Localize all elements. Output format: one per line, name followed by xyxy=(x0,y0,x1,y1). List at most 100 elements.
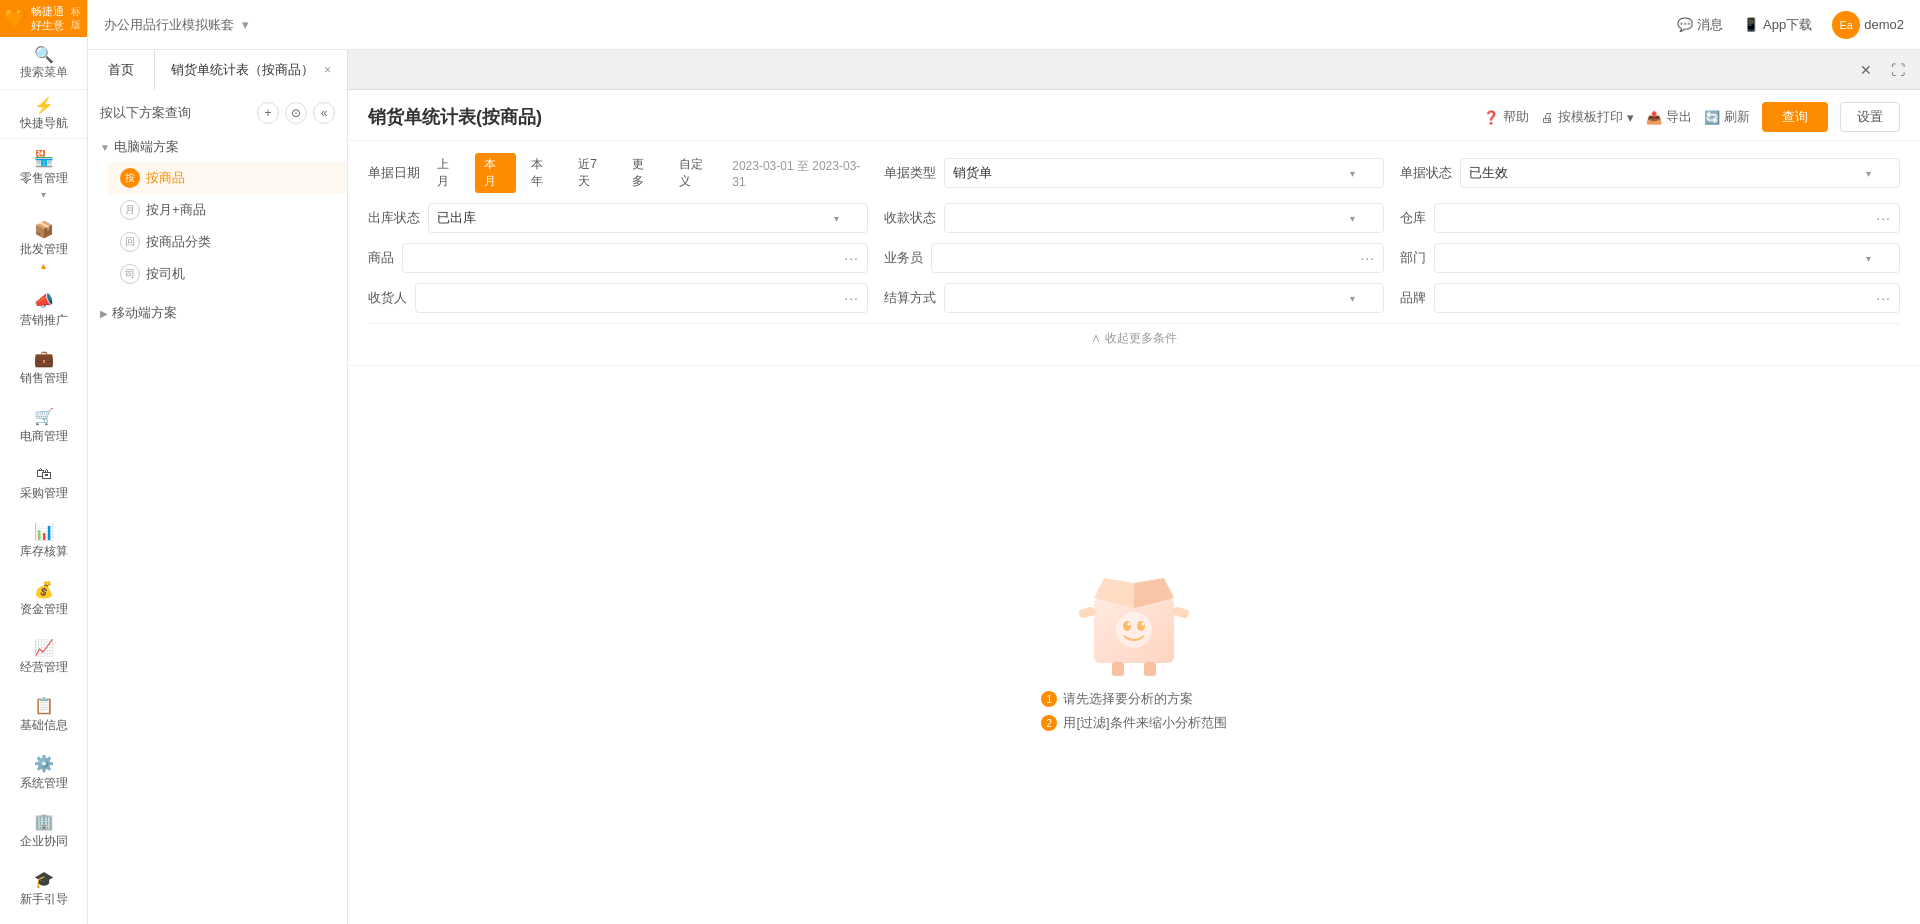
scheme-by-driver[interactable]: 司 按司机 xyxy=(108,258,347,290)
page-title-bar: 销货单统计表(按商品) ❓ 帮助 🖨 按模板打印 ▾ 📤 导出 xyxy=(348,90,1920,141)
empty-step-1: 1 请先选择要分析的方案 xyxy=(1041,690,1226,708)
scheme-by-month-product[interactable]: 月 按月+商品 xyxy=(108,194,347,226)
sidebar-item-finance[interactable]: 💰 资金管理 xyxy=(0,570,87,628)
scheme-label-driver: 按司机 xyxy=(146,265,185,283)
doc-status-select[interactable]: 已生效 ▾ xyxy=(1460,158,1900,188)
settings-btn[interactable]: 设置 xyxy=(1840,102,1900,132)
empty-state: 1 请先选择要分析的方案 2 用[过滤]条件来缩小分析范围 xyxy=(348,366,1920,924)
tab-active[interactable]: 销货单统计表（按商品） × xyxy=(155,50,348,90)
scheme-by-product[interactable]: 按 按商品 xyxy=(108,162,347,194)
filter-date: 单据日期 上月 本月 本年 近7天 更多 自定义 2023-03-01 至 20… xyxy=(368,153,868,193)
salesperson-input[interactable]: ··· xyxy=(931,243,1384,273)
collapse-conditions-btn[interactable]: ∧ 收起更多条件 xyxy=(368,323,1900,353)
search-menu[interactable]: 🔍 搜索菜单 xyxy=(0,37,87,90)
receiver-dots[interactable]: ··· xyxy=(844,290,859,306)
svg-point-6 xyxy=(1128,623,1131,626)
user-menu[interactable]: Ea demo2 xyxy=(1832,11,1904,39)
left-panel: 按以下方案查询 + ⊙ « ▼ 电脑端方案 按 按商品 月 按月+ xyxy=(88,90,348,924)
payment-method-label: 结算方式 xyxy=(884,289,936,307)
date-btn-more[interactable]: 更多 xyxy=(623,153,664,193)
receiver-label: 收货人 xyxy=(368,289,407,307)
out-status-arrow-icon: ▾ xyxy=(834,213,839,224)
refresh-btn[interactable]: 🔄 刷新 xyxy=(1704,108,1750,126)
copy-scheme-btn[interactable]: ⊙ xyxy=(285,102,307,124)
brand-dots[interactable]: ··· xyxy=(1876,290,1891,306)
svg-rect-10 xyxy=(1078,606,1096,619)
doc-status-label: 单据状态 xyxy=(1400,164,1452,182)
scheme-icon-month: 月 xyxy=(120,200,140,220)
warehouse-control: ··· xyxy=(1434,203,1900,233)
tab-close-icon[interactable]: × xyxy=(324,63,331,77)
sidebar-item-purchase[interactable]: 🛍 采购管理 xyxy=(0,455,87,512)
step-1-icon: 1 xyxy=(1041,691,1057,707)
sidebar-item-guide[interactable]: 🎓 新手引导 xyxy=(0,860,87,918)
filter-row-4: 收货人 ··· 结算方式 ▾ xyxy=(368,283,1900,313)
help-btn[interactable]: ❓ 帮助 xyxy=(1483,108,1529,126)
sidebar-item-inventory[interactable]: 📊 库存核算 xyxy=(0,512,87,570)
sidebar-item-basic[interactable]: 📋 基础信息 xyxy=(0,686,87,744)
warehouse-input[interactable]: ··· xyxy=(1434,203,1900,233)
receiver-input[interactable]: ··· xyxy=(415,283,868,313)
sidebar-item-system[interactable]: ⚙️ 系统管理 xyxy=(0,744,87,802)
product-dots[interactable]: ··· xyxy=(844,250,859,266)
quick-nav[interactable]: ⚡ 快捷导航 xyxy=(0,90,87,139)
receiver-control: ··· xyxy=(415,283,868,313)
doc-type-label: 单据类型 xyxy=(884,164,936,182)
payment-status-select[interactable]: ▾ xyxy=(944,203,1384,233)
sidebar-item-marketing[interactable]: 📣 营销推广 xyxy=(0,281,87,339)
date-btn-this-month[interactable]: 本月 xyxy=(475,153,516,193)
refresh-icon: 🔄 xyxy=(1704,110,1720,125)
department-select[interactable]: ▾ xyxy=(1434,243,1900,273)
sidebar-item-sales[interactable]: 💼 销售管理 xyxy=(0,339,87,397)
date-btn-custom[interactable]: 自定义 xyxy=(670,153,723,193)
tab-expand-btn[interactable]: ⛶ xyxy=(1884,56,1912,84)
top-header: 办公用品行业模拟账套 ▾ 💬 消息 📱 App下载 Ea demo2 xyxy=(88,0,1920,50)
filter-receiver: 收货人 ··· xyxy=(368,283,868,313)
warehouse-label: 仓库 xyxy=(1400,209,1426,227)
tab-home[interactable]: 首页 xyxy=(88,50,155,90)
sidebar-item-enterprise[interactable]: 🏢 企业协同 xyxy=(0,802,87,860)
query-btn[interactable]: 查询 xyxy=(1762,102,1828,132)
scheme-by-category[interactable]: 回 按商品分类 xyxy=(108,226,347,258)
sidebar-item-wholesale[interactable]: 📦 批发管理 ▴ xyxy=(0,210,87,281)
user-avatar: Ea xyxy=(1832,11,1860,39)
sidebar-item-retail[interactable]: 🏪 零售管理 ▾ xyxy=(0,139,87,210)
panel-actions: + ⊙ « xyxy=(257,102,335,124)
filter-doc-type: 单据类型 销货单 ▾ xyxy=(884,158,1384,188)
sidebar-item-ecommerce[interactable]: 🛒 电商管理 xyxy=(0,397,87,455)
filter-payment-method: 结算方式 ▾ xyxy=(884,283,1384,313)
payment-method-select[interactable]: ▾ xyxy=(944,283,1384,313)
add-scheme-btn[interactable]: + xyxy=(257,102,279,124)
date-btn-7days[interactable]: 近7天 xyxy=(569,153,616,193)
page-title: 销货单统计表(按商品) xyxy=(368,105,542,129)
scheme-label-month: 按月+商品 xyxy=(146,201,206,219)
print-btn[interactable]: 🖨 按模板打印 ▾ xyxy=(1541,108,1634,126)
mobile-section-label: 移动端方案 xyxy=(112,304,177,322)
brand-input[interactable]: ··· xyxy=(1434,283,1900,313)
tree-children: 按 按商品 月 按月+商品 回 按商品分类 司 按司机 xyxy=(88,162,347,290)
salesperson-dots[interactable]: ··· xyxy=(1360,250,1375,266)
product-input[interactable]: ··· xyxy=(402,243,868,273)
product-control: ··· xyxy=(402,243,868,273)
sidebar-item-apps[interactable]: 🔲 应用中心 xyxy=(0,918,87,924)
out-status-select[interactable]: 已出库 ▾ xyxy=(428,203,868,233)
app-download-btn[interactable]: 📱 App下载 xyxy=(1743,16,1812,34)
message-btn[interactable]: 💬 消息 xyxy=(1677,16,1723,34)
doc-type-select[interactable]: 销货单 ▾ xyxy=(944,158,1384,188)
svg-point-5 xyxy=(1137,621,1145,631)
filter-product: 商品 ··· xyxy=(368,243,868,273)
date-btn-this-year[interactable]: 本年 xyxy=(522,153,563,193)
salesperson-control: ··· xyxy=(931,243,1384,273)
filter-salesperson: 业务员 ··· xyxy=(884,243,1384,273)
tab-minimize-btn[interactable]: ✕ xyxy=(1852,56,1880,84)
warehouse-dots[interactable]: ··· xyxy=(1876,210,1891,226)
header-dropdown-icon[interactable]: ▾ xyxy=(242,17,249,32)
filter-doc-status: 单据状态 已生效 ▾ xyxy=(1400,158,1900,188)
export-btn[interactable]: 📤 导出 xyxy=(1646,108,1692,126)
collapse-panel-btn[interactable]: « xyxy=(313,102,335,124)
sidebar-item-operations[interactable]: 📈 经营管理 xyxy=(0,628,87,686)
date-btn-last-month[interactable]: 上月 xyxy=(428,153,469,193)
empty-text: 1 请先选择要分析的方案 2 用[过滤]条件来缩小分析范围 xyxy=(1041,690,1226,732)
doc-type-arrow-icon: ▾ xyxy=(1350,168,1355,179)
print-icon: 🖨 xyxy=(1541,110,1554,125)
